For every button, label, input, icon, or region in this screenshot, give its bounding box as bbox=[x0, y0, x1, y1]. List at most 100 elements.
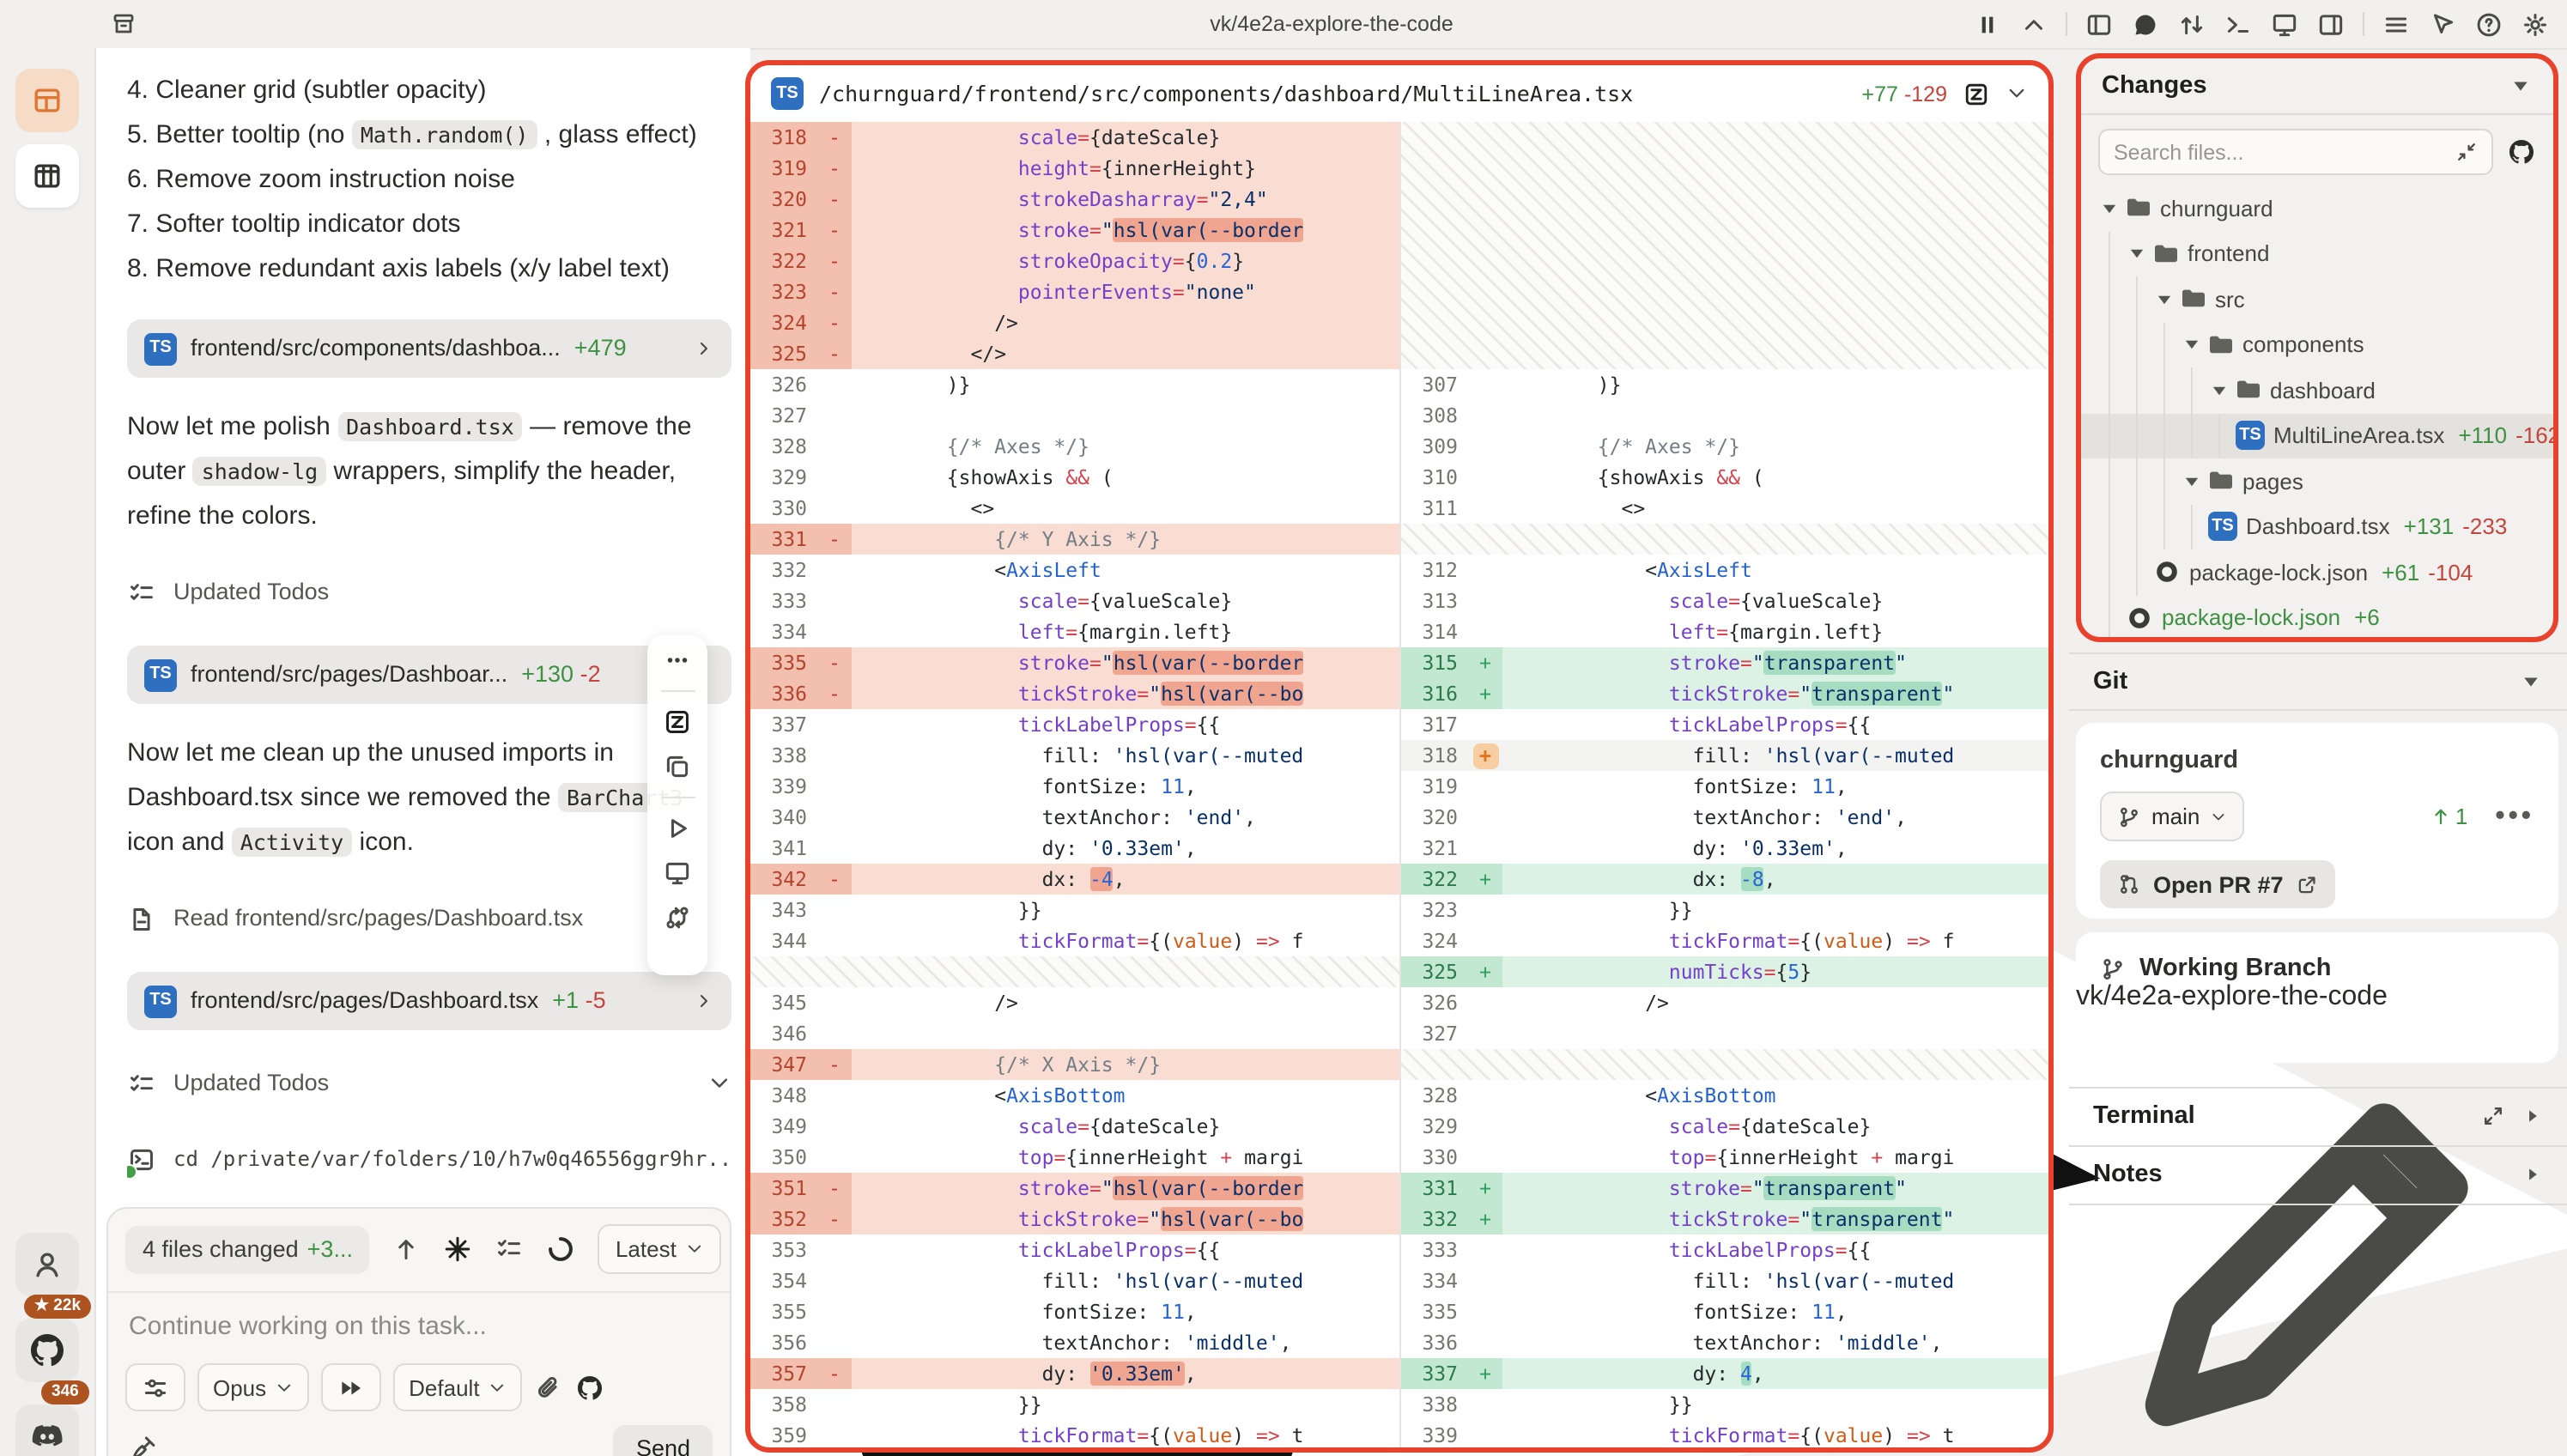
file-diff-chip[interactable]: TSfrontend/src/pages/Dashboar...+130 -2 bbox=[127, 646, 731, 704]
updated-todos-row[interactable]: Updated Todos bbox=[127, 1061, 731, 1106]
ts-file-icon: TS bbox=[144, 985, 177, 1017]
git-section-header[interactable]: Git bbox=[2069, 656, 2567, 707]
notes-section-header[interactable]: Notes bbox=[2069, 1149, 2567, 1200]
dotsh-icon[interactable] bbox=[663, 646, 692, 675]
edit-icon[interactable] bbox=[2076, 1013, 2558, 1456]
message-input[interactable]: Continue working on this task... bbox=[108, 1293, 730, 1341]
search-files-input[interactable]: Search files... bbox=[2098, 129, 2493, 175]
model-dropdown[interactable]: Opus bbox=[197, 1363, 309, 1411]
collapse-tree-icon[interactable] bbox=[2455, 141, 2478, 163]
todos-icon[interactable] bbox=[495, 1235, 525, 1264]
chevron-down-icon bbox=[685, 1240, 704, 1259]
monitor-icon[interactable] bbox=[663, 858, 692, 888]
working-branch-input[interactable]: vk/4e2a-explore-the-code bbox=[2076, 982, 2558, 1456]
separator bbox=[2363, 12, 2364, 36]
terminal-command-row[interactable]: cd /private/var/folders/10/h7w0q46556ggr… bbox=[127, 1137, 731, 1181]
ts-file-icon: TS bbox=[2236, 422, 2265, 451]
mode-dropdown[interactable]: Default bbox=[393, 1363, 522, 1411]
gear-icon[interactable] bbox=[2521, 9, 2550, 39]
settings-sliders-button[interactable] bbox=[125, 1363, 185, 1411]
expand-icon[interactable] bbox=[2481, 1104, 2505, 1128]
diff-line: 339 fontSize: 11, bbox=[750, 771, 1399, 802]
diff-line: 330 top={innerHeight + margi bbox=[1401, 1142, 2050, 1173]
pause-icon[interactable] bbox=[1973, 9, 2002, 39]
panelR-icon[interactable] bbox=[2316, 9, 2345, 39]
diff-line: 345 /> bbox=[750, 987, 1399, 1018]
changes-header[interactable]: Changes bbox=[2081, 58, 2553, 115]
file-diff-chip[interactable]: TSfrontend/src/pages/Dashboard.tsx+1 -5 bbox=[127, 972, 731, 1030]
tree-folder-src[interactable]: src bbox=[2081, 276, 2553, 322]
add-comment-button[interactable]: + bbox=[1472, 743, 1498, 769]
diff-line: 334 fill: 'hsl(var(--muted bbox=[1401, 1265, 2050, 1296]
tree-folder-frontend[interactable]: frontend bbox=[2081, 231, 2553, 276]
help-icon[interactable] bbox=[2474, 9, 2503, 39]
zed-icon[interactable] bbox=[663, 707, 692, 737]
diff-line: 320- strokeDasharray="2,4" bbox=[750, 184, 1399, 215]
file-diff-chip[interactable]: TSfrontend/src/components/dashboa...+479 bbox=[127, 319, 731, 378]
rail-item-github[interactable] bbox=[15, 1319, 79, 1382]
caret-right-icon bbox=[2522, 1106, 2543, 1126]
open-pr-button[interactable]: Open PR #7 bbox=[2100, 860, 2335, 908]
tree-file-package-lock.json[interactable]: package-lock.json+6 bbox=[2081, 595, 2553, 640]
latest-dropdown[interactable]: Latest bbox=[598, 1224, 721, 1274]
assistant-message: Now let me clean up the unused imports i… bbox=[127, 731, 731, 865]
rail-item-boards[interactable] bbox=[15, 144, 79, 208]
monitor-icon[interactable] bbox=[2270, 9, 2299, 39]
tree-file-package-lock.json[interactable]: package-lock.json+61-104 bbox=[2081, 549, 2553, 595]
diff-line: 350 top={innerHeight + margi bbox=[750, 1142, 1399, 1173]
collapse-diff-icon[interactable] bbox=[2006, 82, 2028, 105]
editor-icon[interactable] bbox=[1963, 80, 1990, 107]
terminal-icon[interactable] bbox=[2224, 9, 2253, 39]
archive-icon[interactable] bbox=[110, 10, 137, 38]
inline-code: shadow-lg bbox=[193, 457, 326, 486]
repo-name: churnguard bbox=[2076, 723, 2558, 774]
tree-folder-pages[interactable]: pages bbox=[2081, 458, 2553, 504]
swap-icon[interactable] bbox=[2177, 9, 2206, 39]
diff-line: 334 left={margin.left} bbox=[750, 616, 1399, 647]
chat-icon[interactable] bbox=[2131, 9, 2160, 39]
attach-icon[interactable] bbox=[535, 1373, 564, 1402]
pointer-icon[interactable] bbox=[2428, 9, 2457, 39]
chevup-icon[interactable] bbox=[2019, 9, 2048, 39]
diff-line: 335 fontSize: 11, bbox=[1401, 1296, 2050, 1327]
fast-forward-button[interactable] bbox=[321, 1363, 381, 1411]
composer: 4 files changed +3... Latest Continue wo… bbox=[106, 1207, 731, 1456]
caret-down-icon[interactable] bbox=[2509, 74, 2533, 98]
tree-folder-churnguard[interactable]: churnguard bbox=[2081, 185, 2553, 231]
copy-icon[interactable] bbox=[663, 752, 692, 781]
chevron-right-icon bbox=[694, 991, 714, 1011]
tree-file-MultiLineArea.tsx[interactable]: TSMultiLineArea.tsx+110-162 bbox=[2081, 413, 2553, 458]
spark-icon[interactable] bbox=[444, 1235, 473, 1264]
gitcompare-icon[interactable] bbox=[663, 903, 692, 932]
diff-line: 327 bbox=[1401, 1018, 2050, 1049]
diff-line: 351- stroke="hsl(var(--border bbox=[750, 1173, 1399, 1204]
chat-transcript: 4. Cleaner grid (subtler opacity)5. Bett… bbox=[127, 69, 731, 1202]
folder-icon bbox=[2179, 286, 2206, 313]
diff-gap bbox=[750, 956, 1399, 987]
broom-icon[interactable] bbox=[129, 1434, 158, 1456]
scroll-to-top-icon[interactable] bbox=[392, 1235, 422, 1264]
tree-folder-components[interactable]: components bbox=[2081, 322, 2553, 367]
diff-line: 337+ dy: 4, bbox=[1401, 1358, 2050, 1389]
branch-selector[interactable]: main bbox=[2100, 792, 2244, 841]
rail-item-discord[interactable] bbox=[15, 1404, 79, 1456]
rail-item-account[interactable] bbox=[15, 1233, 79, 1296]
updated-todos-row[interactable]: Updated Todos bbox=[127, 570, 731, 615]
repo-more-button[interactable]: ••• bbox=[2495, 801, 2534, 832]
menu-icon[interactable] bbox=[2382, 9, 2411, 39]
terminal-section-header[interactable]: Terminal bbox=[2069, 1090, 2567, 1142]
panelL-icon[interactable] bbox=[2085, 9, 2114, 39]
todo-list-item: 6. Remove zoom instruction noise bbox=[127, 158, 731, 203]
play-icon[interactable] bbox=[663, 814, 692, 843]
rail-item-layout-active[interactable] bbox=[15, 69, 79, 132]
tree-folder-dashboard[interactable]: dashboard bbox=[2081, 367, 2553, 413]
files-changed-chip[interactable]: 4 files changed +3... bbox=[125, 1225, 370, 1273]
github-cat-icon[interactable] bbox=[2507, 137, 2536, 167]
github-cat-icon[interactable] bbox=[576, 1373, 605, 1402]
send-button[interactable]: Send bbox=[614, 1425, 713, 1456]
tree-file-Dashboard.tsx[interactable]: TSDashboard.tsx+131-233 bbox=[2081, 504, 2553, 549]
discord-count-badge: 346 bbox=[41, 1380, 89, 1404]
diff-line: 358 }} bbox=[750, 1389, 1399, 1420]
read-file-row[interactable]: Read frontend/src/pages/Dashboard.tsx bbox=[127, 896, 731, 941]
diff-line: 335- stroke="hsl(var(--border bbox=[750, 647, 1399, 678]
